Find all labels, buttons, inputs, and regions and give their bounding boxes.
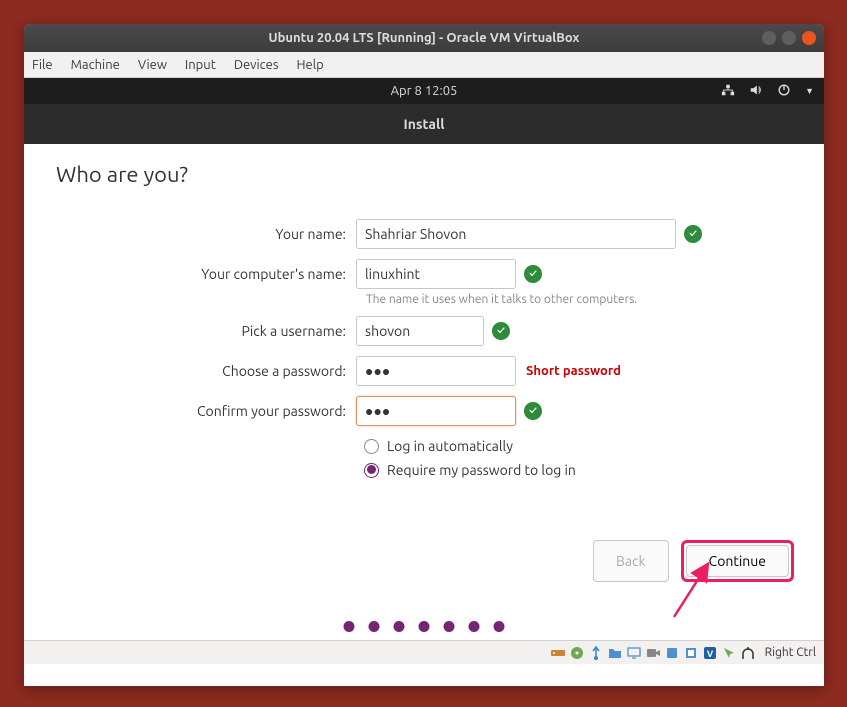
vm-window: Ubuntu 20.04 LTS [Running] - Oracle VM V… [24, 24, 824, 686]
radio-icon [364, 439, 379, 454]
dot [494, 621, 505, 632]
install-header: Install [24, 104, 824, 144]
window-controls [762, 31, 816, 45]
check-icon: ✓ [684, 225, 702, 243]
dot [394, 621, 405, 632]
power-icon[interactable] [777, 83, 791, 100]
check-icon: ✓ [492, 322, 510, 340]
close-button[interactable] [802, 31, 816, 45]
svg-text:V: V [706, 649, 713, 659]
password-warning: Short password [526, 364, 621, 378]
login-auto-label: Log in automatically [387, 438, 513, 454]
datetime[interactable]: Apr 8 12:05 [391, 84, 458, 98]
optical-icon[interactable] [569, 645, 585, 661]
check-icon: ✓ [524, 402, 542, 420]
confirm-password-input[interactable] [356, 396, 516, 426]
maximize-button[interactable] [782, 31, 796, 45]
hdd-icon[interactable] [550, 645, 566, 661]
volume-icon[interactable] [749, 83, 763, 100]
name-label: Your name: [56, 226, 356, 242]
password-input[interactable] [356, 356, 516, 386]
confirm-password-label: Confirm your password: [56, 403, 356, 419]
username-input[interactable] [356, 316, 484, 346]
continue-button[interactable]: Continue [686, 545, 789, 577]
minimize-button[interactable] [762, 31, 776, 45]
login-require-label: Require my password to log in [387, 462, 576, 478]
radio-selected-icon [364, 463, 379, 478]
keyboard-icon[interactable] [740, 645, 756, 661]
back-button[interactable]: Back [593, 540, 669, 582]
vbox-icon[interactable]: V [702, 645, 718, 661]
display-icon[interactable] [626, 645, 642, 661]
dot [444, 621, 455, 632]
audio-icon[interactable] [664, 645, 680, 661]
computer-name-hint: The name it uses when it talks to other … [366, 293, 792, 306]
login-auto-radio[interactable]: Log in automatically [364, 438, 792, 454]
dot [369, 621, 380, 632]
computer-name-label: Your computer's name: [56, 266, 356, 282]
menu-help[interactable]: Help [297, 58, 324, 72]
name-input[interactable] [356, 219, 676, 249]
menu-input[interactable]: Input [185, 58, 216, 72]
install-content: Who are you? Your name: ✓ Your computer'… [24, 144, 824, 640]
progress-dots [344, 621, 505, 632]
menu-file[interactable]: File [32, 58, 53, 72]
network-icon[interactable] [721, 83, 735, 100]
dot [344, 621, 355, 632]
menubar: File Machine View Input Devices Help [24, 52, 824, 78]
computer-name-input[interactable] [356, 259, 516, 289]
usb-icon[interactable] [588, 645, 604, 661]
mouse-icon[interactable] [721, 645, 737, 661]
recording-icon[interactable] [645, 645, 661, 661]
continue-highlight: Continue [681, 540, 794, 582]
dot [469, 621, 480, 632]
window-title: Ubuntu 20.04 LTS [Running] - Oracle VM V… [269, 31, 580, 45]
menu-view[interactable]: View [138, 58, 167, 72]
network-status-icon[interactable] [683, 645, 699, 661]
check-icon: ✓ [524, 265, 542, 283]
vm-statusbar: V Right Ctrl [24, 640, 824, 664]
password-label: Choose a password: [56, 363, 356, 379]
chevron-down-icon[interactable]: ▼ [805, 86, 814, 96]
dot [419, 621, 430, 632]
menu-devices[interactable]: Devices [234, 58, 279, 72]
shared-folder-icon[interactable] [607, 645, 623, 661]
titlebar: Ubuntu 20.04 LTS [Running] - Oracle VM V… [24, 24, 824, 52]
username-label: Pick a username: [56, 323, 356, 339]
login-require-radio[interactable]: Require my password to log in [364, 462, 792, 478]
menu-machine[interactable]: Machine [71, 58, 120, 72]
install-title: Install [404, 116, 445, 132]
page-heading: Who are you? [56, 162, 792, 187]
hostkey-label: Right Ctrl [765, 646, 816, 659]
gnome-topbar: Apr 8 12:05 ▼ [24, 78, 824, 104]
